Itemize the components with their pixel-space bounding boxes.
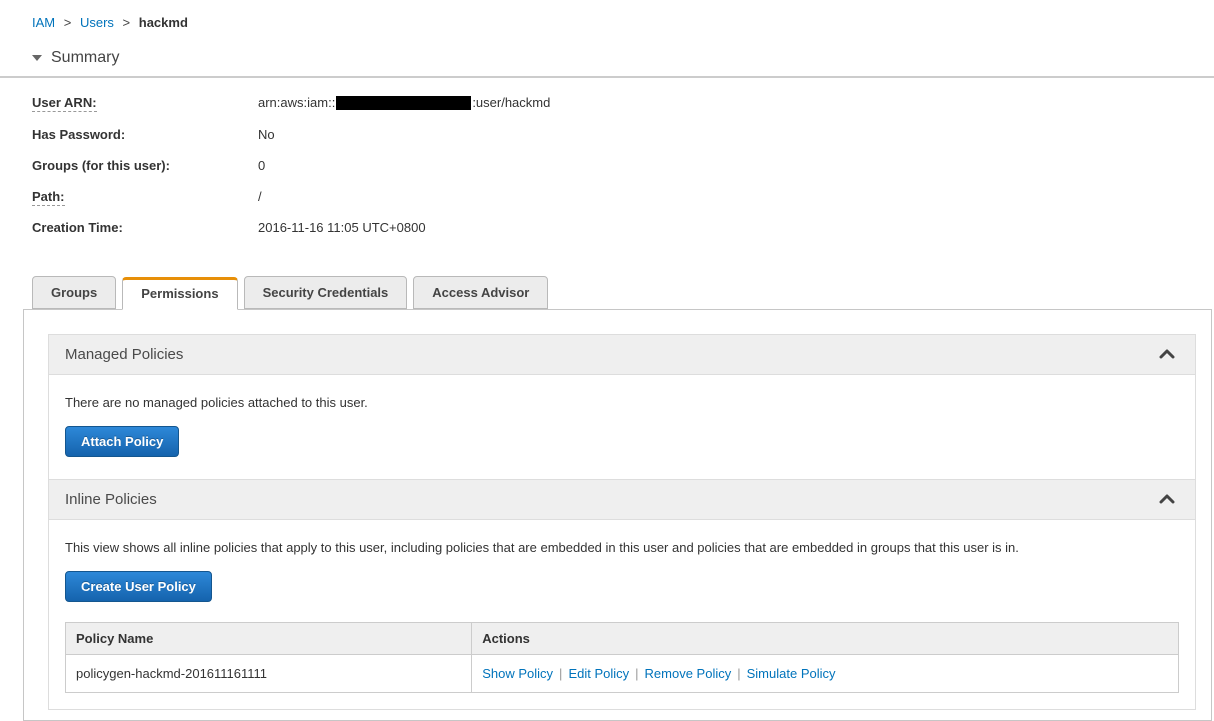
collapse-managed-policies-button[interactable] — [1155, 347, 1179, 361]
actions-cell: Show Policy | Edit Policy | Remove Policy | Si… — [471, 653, 1179, 693]
field-row-groups: Groups (for this user): 0 — [32, 158, 1214, 174]
managed-policies-title: Managed Policies — [65, 345, 184, 363]
managed-policies-header: Managed Policies — [49, 334, 1195, 375]
attach-policy-button[interactable]: Attach Policy — [65, 425, 180, 457]
breadcrumb-separator: > — [63, 15, 72, 30]
field-row-user-arn: User ARN: arn:aws:iam:::user/hackmd — [32, 95, 1214, 112]
inline-policies-description: This view shows all inline policies that… — [65, 539, 1019, 555]
inline-policies-body: This view shows all inline policies that… — [49, 520, 1195, 709]
user-arn-label: User ARN: — [32, 95, 258, 112]
groups-label: Groups (for this user): — [32, 157, 170, 173]
path-label-text: Path: — [32, 188, 65, 206]
user-arn-label-text: User ARN: — [32, 95, 97, 112]
arn-suffix: :user/hackmd — [472, 95, 551, 110]
action-separator: | — [737, 665, 741, 681]
inline-policies-header: Inline Policies — [49, 479, 1195, 520]
actions-column-header: Actions — [471, 621, 1179, 655]
summary-fields: User ARN: arn:aws:iam:::user/hackmd Has … — [32, 95, 1214, 236]
path-label: Path: — [32, 188, 258, 206]
has-password-label: Has Password: — [32, 126, 126, 142]
collapse-triangle-icon — [32, 55, 42, 61]
inline-policies-section: Inline Policies This view shows all inli… — [48, 478, 1196, 710]
breadcrumb-separator: > — [122, 15, 131, 30]
breadcrumb-link-iam[interactable]: IAM — [32, 15, 55, 30]
chevron-up-icon — [1159, 349, 1175, 359]
tab-permissions[interactable]: Permissions — [122, 276, 238, 310]
permissions-tab-panel: Managed Policies There are no managed po… — [23, 308, 1212, 721]
field-row-creation-time: Creation Time: 2016-11-16 11:05 UTC+0800 — [32, 220, 1214, 236]
path-value: / — [258, 188, 262, 204]
tab-security-credentials[interactable]: Security Credentials — [243, 275, 408, 309]
remove-policy-link[interactable]: Remove Policy — [645, 666, 732, 681]
tab-access-advisor[interactable]: Access Advisor — [413, 275, 549, 309]
table-row: policygen-hackmd-201611161111 Show Polic… — [64, 653, 1179, 693]
breadcrumb-link-users[interactable]: Users — [80, 15, 114, 30]
redacted-account-id — [336, 95, 472, 110]
arn-prefix: arn:aws:iam:: — [258, 95, 336, 110]
summary-divider — [0, 76, 1214, 78]
user-arn-value: arn:aws:iam:::user/hackmd — [258, 95, 550, 112]
policy-name-column-header: Policy Name — [64, 621, 473, 655]
tab-bar: Groups Permissions Security Credentials … — [23, 275, 1212, 310]
creation-time-label: Creation Time: — [32, 219, 123, 235]
tabs-area: Groups Permissions Security Credentials … — [23, 275, 1212, 721]
tab-groups[interactable]: Groups — [32, 275, 117, 309]
chevron-up-icon — [1159, 494, 1175, 504]
has-password-value: No — [258, 126, 275, 142]
edit-policy-link[interactable]: Edit Policy — [568, 666, 629, 681]
inline-policies-table: Policy Name Actions policygen-hackmd-201… — [64, 621, 1179, 693]
breadcrumb-current-user: hackmd — [138, 15, 188, 30]
groups-value: 0 — [258, 157, 266, 173]
create-user-policy-button[interactable]: Create User Policy — [65, 570, 212, 602]
field-row-path: Path: / — [32, 188, 1214, 206]
field-row-has-password: Has Password: No — [32, 127, 1214, 143]
action-separator: | — [559, 665, 563, 681]
action-separator: | — [635, 665, 639, 681]
policy-name-cell: policygen-hackmd-201611161111 — [64, 653, 473, 693]
simulate-policy-link[interactable]: Simulate Policy — [747, 666, 836, 681]
inline-policies-title: Inline Policies — [65, 490, 157, 508]
table-header-row: Policy Name Actions — [64, 621, 1179, 655]
breadcrumb: IAM > Users > hackmd — [32, 15, 1214, 30]
collapse-inline-policies-button[interactable] — [1155, 492, 1179, 506]
summary-section-header[interactable]: Summary — [32, 49, 1214, 67]
summary-title: Summary — [51, 49, 120, 66]
managed-policies-section: Managed Policies There are no managed po… — [48, 333, 1196, 480]
managed-policies-empty-message: There are no managed policies attached t… — [65, 394, 368, 410]
managed-policies-body: There are no managed policies attached t… — [49, 375, 1195, 479]
show-policy-link[interactable]: Show Policy — [482, 666, 553, 681]
creation-time-value: 2016-11-16 11:05 UTC+0800 — [258, 219, 426, 235]
